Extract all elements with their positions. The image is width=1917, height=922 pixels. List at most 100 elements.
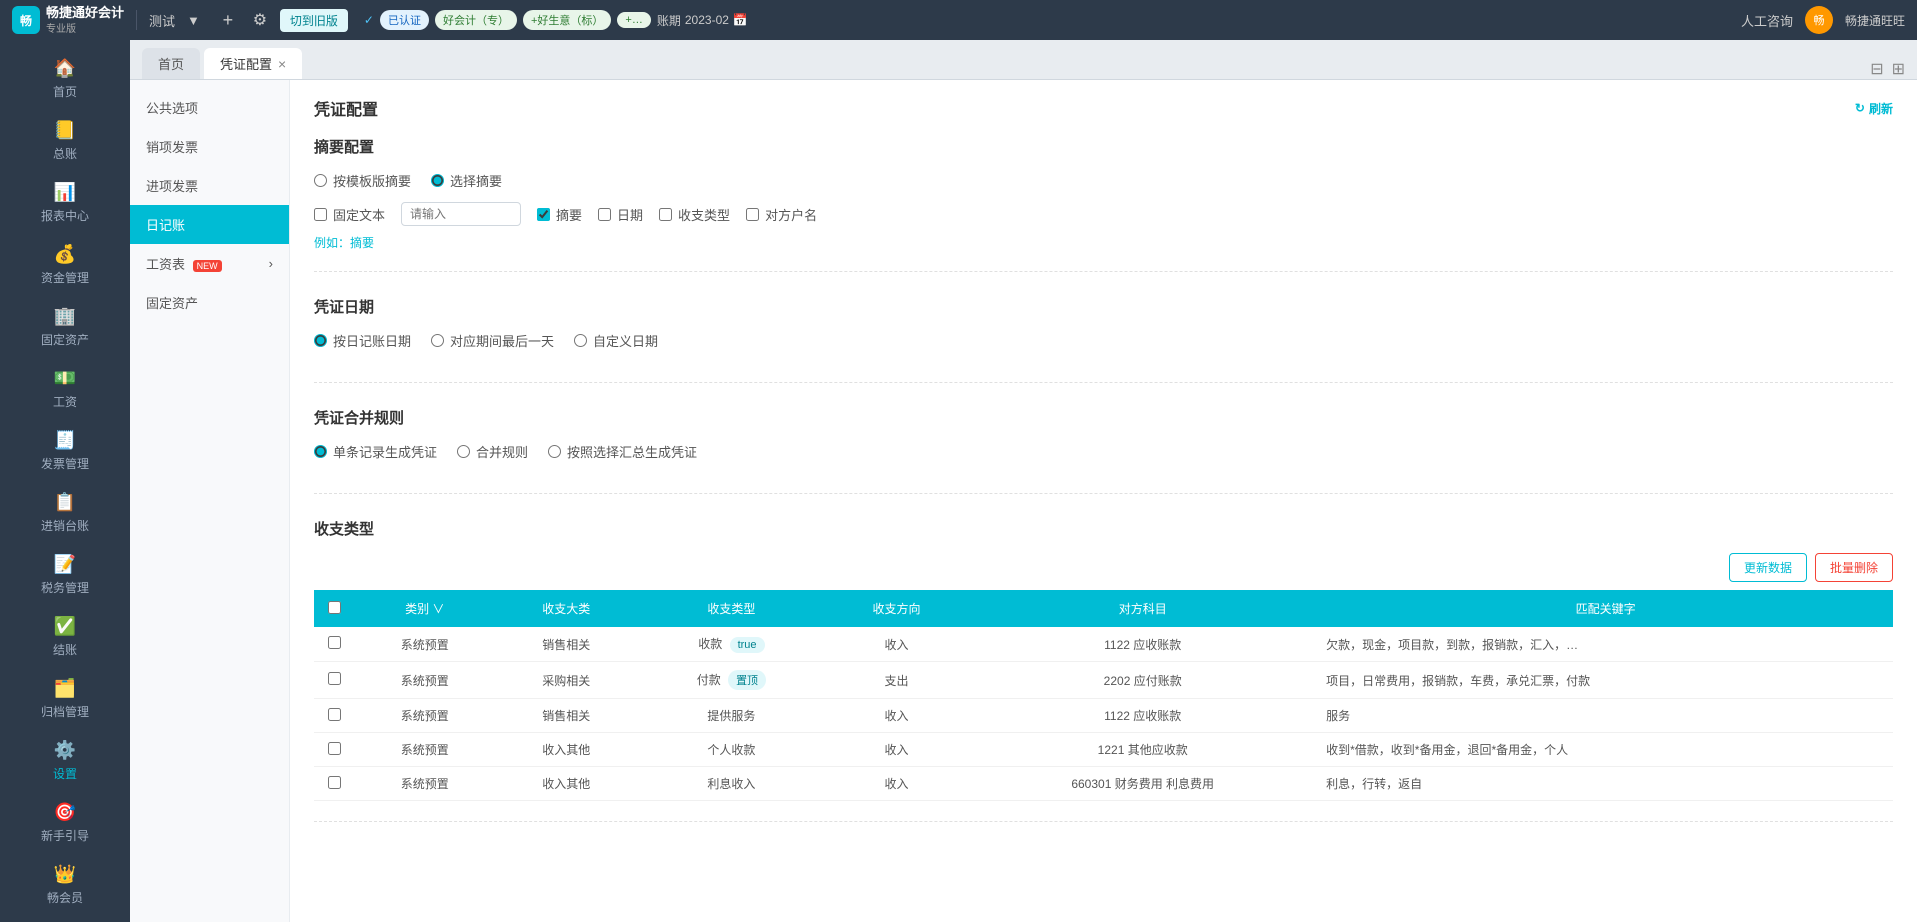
type-checkbox[interactable]: 收支类型 bbox=[659, 205, 730, 224]
reset-tag[interactable]: 置顶 bbox=[728, 670, 766, 690]
merge-radio-single[interactable]: 单条记录生成凭证 bbox=[314, 442, 437, 461]
topbar-company-arrow[interactable]: ▼ bbox=[187, 13, 200, 28]
sub-sidebar-fixed-assets[interactable]: 固定资产 bbox=[130, 283, 289, 322]
sidebar: 🏠 首页 📒 总账 📊 报表中心 💰 资金管理 🏢 固定资产 💵 工资 🧾 发票… bbox=[0, 40, 130, 922]
fixed-text-checkbox[interactable]: 固定文本 bbox=[314, 205, 385, 224]
topbar-plus-btn[interactable]: + bbox=[216, 8, 240, 32]
row-keywords: 利息，行转，返自 bbox=[1318, 767, 1893, 801]
member-icon: 👑 bbox=[54, 864, 76, 885]
assets-icon: 🏢 bbox=[54, 306, 76, 327]
tab-voucher-config[interactable]: 凭证配置 × bbox=[204, 48, 302, 79]
sub-sidebar-journal[interactable]: 日记账 bbox=[130, 205, 289, 244]
sidebar-item-purchase[interactable]: 📋 进销台账 bbox=[0, 482, 130, 544]
topbar-settings-btn[interactable]: ⚙ bbox=[248, 8, 272, 32]
sidebar-item-label: 总账 bbox=[53, 145, 77, 162]
row-check[interactable] bbox=[314, 662, 354, 699]
tab-home[interactable]: 首页 bbox=[142, 48, 200, 79]
fixed-text-input[interactable] bbox=[401, 202, 521, 226]
sidebar-item-salary[interactable]: 💵 工资 bbox=[0, 358, 130, 420]
tab-maximize-icon[interactable]: ⊞ bbox=[1892, 59, 1905, 79]
sidebar-item-label: 首页 bbox=[53, 83, 77, 100]
table-header-check[interactable] bbox=[314, 590, 354, 627]
voucher-date-section: 凭证日期 按日记账日期 对应期间最后一天 自定义日期 bbox=[314, 296, 1893, 383]
reset-tag[interactable]: true bbox=[730, 637, 765, 653]
table-row: 系统预置 收入其他 利息收入 收入 660301 财务费用 利息费用 利息，行转… bbox=[314, 767, 1893, 801]
panel-title-row: 凭证配置 ↻ 刷新 bbox=[314, 96, 1893, 120]
table-header-keywords: 匹配关键字 bbox=[1318, 590, 1893, 627]
row-category: 系统预置 bbox=[354, 627, 496, 662]
row-check[interactable] bbox=[314, 699, 354, 733]
period-label: 账期 2023-02 📅 bbox=[657, 12, 748, 29]
page-title: 凭证配置 bbox=[314, 96, 378, 120]
row-big-type: 销售相关 bbox=[496, 627, 638, 662]
guide-icon: 🎯 bbox=[54, 802, 76, 823]
sidebar-item-label: 发票管理 bbox=[41, 455, 89, 472]
invoice-icon: 🧾 bbox=[54, 430, 76, 451]
row-direction: 支出 bbox=[826, 662, 968, 699]
archive-icon: 🗂️ bbox=[54, 678, 76, 699]
sidebar-item-guide[interactable]: 🎯 新手引导 bbox=[0, 792, 130, 854]
sidebar-item-tax[interactable]: 📝 税务管理 bbox=[0, 544, 130, 606]
row-direction: 收入 bbox=[826, 733, 968, 767]
merge-rules-section: 凭证合并规则 单条记录生成凭证 合并规则 按照选择汇总生成凭证 bbox=[314, 407, 1893, 494]
table-header-category: 类别 ∨ bbox=[354, 590, 496, 627]
expand-icon: › bbox=[269, 256, 273, 271]
sub-sidebar-sales[interactable]: 销项发票 bbox=[130, 127, 289, 166]
row-type: 个人收款 bbox=[637, 733, 826, 767]
page-content: 公共选项 销项发票 进项发票 日记账 工资表 NEW bbox=[130, 80, 1917, 922]
merge-radio-summary[interactable]: 按照选择汇总生成凭证 bbox=[548, 442, 697, 461]
summary-config-title: 摘要配置 bbox=[314, 136, 1893, 157]
user-avatar[interactable]: 畅 bbox=[1805, 6, 1833, 34]
sub-sidebar-payroll[interactable]: 工资表 NEW › bbox=[130, 244, 289, 283]
sidebar-item-settle[interactable]: ✅ 结账 bbox=[0, 606, 130, 668]
date-checkbox[interactable]: 日期 bbox=[598, 205, 643, 224]
row-check[interactable] bbox=[314, 627, 354, 662]
switch-old-version-btn[interactable]: 切到旧版 bbox=[280, 9, 348, 32]
sidebar-item-assets[interactable]: 🏢 固定资产 bbox=[0, 296, 130, 358]
tab-minimize-icon[interactable]: ⊟ bbox=[1870, 59, 1883, 79]
sidebar-item-report[interactable]: 📊 报表中心 bbox=[0, 172, 130, 234]
income-expense-table: 类别 ∨ 收支大类 收支类型 收支方向 对方科目 匹配关键字 bbox=[314, 590, 1893, 801]
tax-icon: 📝 bbox=[54, 554, 76, 575]
merge-radio-merge[interactable]: 合并规则 bbox=[457, 442, 528, 461]
batch-delete-btn[interactable]: 批量删除 bbox=[1815, 553, 1893, 582]
row-account: 1122 应收账款 bbox=[967, 627, 1318, 662]
sidebar-item-archive[interactable]: 🗂️ 归档管理 bbox=[0, 668, 130, 730]
sidebar-item-label: 结账 bbox=[53, 641, 77, 658]
main-panel: 凭证配置 ↻ 刷新 摘要配置 按模板版摘要 选择摘要 bbox=[290, 80, 1917, 922]
sidebar-item-ledger[interactable]: 📒 总账 bbox=[0, 110, 130, 172]
settings-icon: ⚙️ bbox=[54, 740, 76, 761]
row-keywords: 服务 bbox=[1318, 699, 1893, 733]
tab-voucher-config-label: 凭证配置 bbox=[220, 54, 272, 73]
date-radio-period-last[interactable]: 对应期间最后一天 bbox=[431, 331, 554, 350]
tag-product2: +好生意（标） bbox=[523, 10, 611, 30]
row-check[interactable] bbox=[314, 733, 354, 767]
consult-btn[interactable]: 人工咨询 bbox=[1741, 11, 1793, 30]
sub-sidebar-purchase-invoice[interactable]: 进项发票 bbox=[130, 166, 289, 205]
row-category: 系统预置 bbox=[354, 767, 496, 801]
sidebar-item-settings[interactable]: ⚙️ 设置 bbox=[0, 730, 130, 792]
sidebar-item-member[interactable]: 👑 畅会员 bbox=[0, 854, 130, 916]
update-data-btn[interactable]: 更新数据 bbox=[1729, 553, 1807, 582]
summary-radio-select[interactable]: 选择摘要 bbox=[431, 171, 502, 190]
sidebar-item-label: 新手引导 bbox=[41, 827, 89, 844]
summary-radio-group: 按模板版摘要 选择摘要 bbox=[314, 171, 1893, 190]
row-check[interactable] bbox=[314, 767, 354, 801]
sub-sidebar-public[interactable]: 公共选项 bbox=[130, 88, 289, 127]
party-checkbox[interactable]: 对方户名 bbox=[746, 205, 817, 224]
tabbar: 首页 凭证配置 × ⊟ ⊞ bbox=[130, 40, 1917, 80]
logo-sub: 专业版 bbox=[46, 20, 124, 35]
date-radio-journal[interactable]: 按日记账日期 bbox=[314, 331, 411, 350]
main-layout: 🏠 首页 📒 总账 📊 报表中心 💰 资金管理 🏢 固定资产 💵 工资 🧾 发票… bbox=[0, 40, 1917, 922]
row-direction: 收入 bbox=[826, 627, 968, 662]
sidebar-item-funds[interactable]: 💰 资金管理 bbox=[0, 234, 130, 296]
sidebar-item-home[interactable]: 🏠 首页 bbox=[0, 48, 130, 110]
row-big-type: 收入其他 bbox=[496, 767, 638, 801]
sidebar-item-invoice[interactable]: 🧾 发票管理 bbox=[0, 420, 130, 482]
tab-close-icon[interactable]: × bbox=[278, 57, 286, 71]
summary-checkbox[interactable]: 摘要 bbox=[537, 205, 582, 224]
income-expense-section: 收支类型 更新数据 批量删除 类别 ∨ 收支大类 bbox=[314, 518, 1893, 822]
summary-radio-template[interactable]: 按模板版摘要 bbox=[314, 171, 411, 190]
date-radio-custom[interactable]: 自定义日期 bbox=[574, 331, 658, 350]
refresh-btn[interactable]: ↻ 刷新 bbox=[1855, 100, 1893, 117]
